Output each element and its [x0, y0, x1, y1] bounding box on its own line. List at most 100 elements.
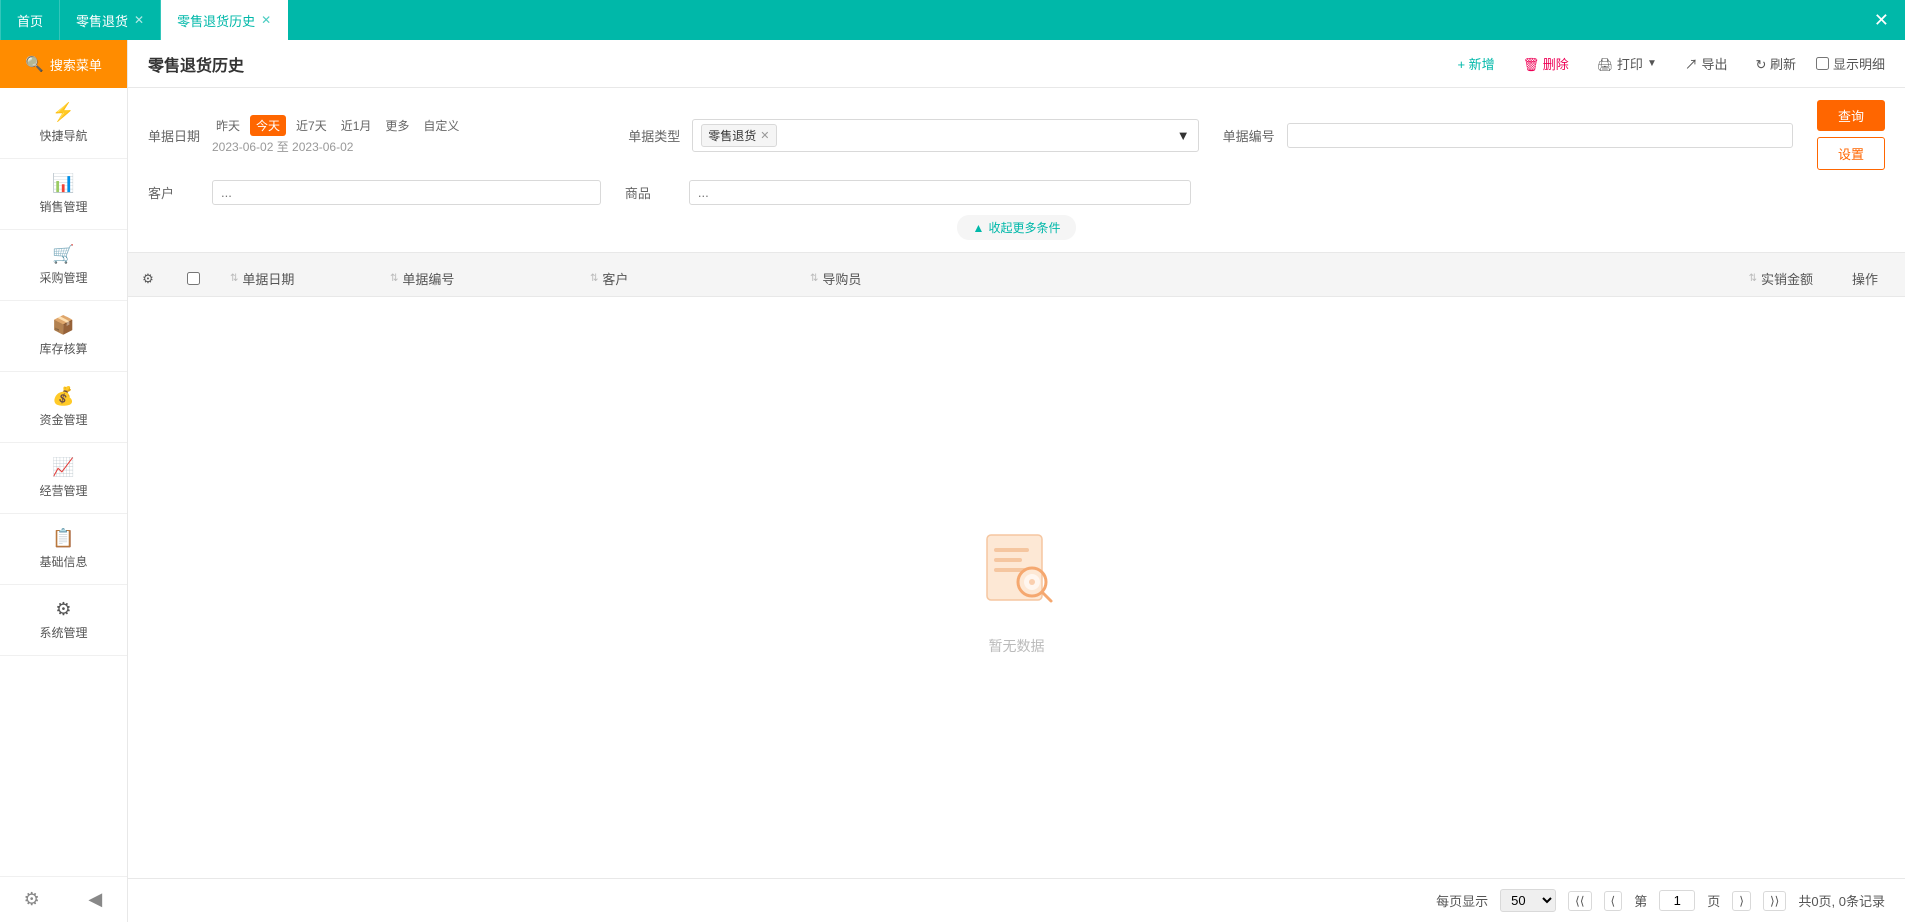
empty-state: 暂无数据 — [128, 297, 1905, 878]
bill-type-label: 单据类型 — [628, 126, 684, 145]
bill-number-input[interactable] — [1287, 123, 1793, 148]
sidebar: 🔍 搜索菜单 ⚡ 快捷导航 📊 销售管理 🛒 采购管理 📦 库存核算 💰 资金管… — [0, 40, 128, 922]
empty-icon — [967, 520, 1067, 620]
filter-row-1: 单据日期 昨天 今天 近7天 近1月 更多 自定义 2023-06-02 至 2… — [148, 100, 1885, 170]
date-label: 单据日期 — [148, 126, 204, 145]
close-tab-retail-return-history[interactable]: ✕ — [261, 13, 271, 27]
last-page-button[interactable]: ⟩⟩ — [1763, 891, 1786, 911]
system-icon: ⚙ — [55, 599, 71, 620]
operations-icon: 📈 — [52, 457, 74, 478]
sidebar-item-operations[interactable]: 📈 经营管理 — [0, 443, 127, 514]
sidebar-settings-button[interactable]: ⚙ — [0, 877, 64, 922]
tab-home[interactable]: 首页 — [0, 0, 60, 40]
sort-guide-icon: ⇅ — [810, 273, 818, 284]
th-action: 操作 — [1825, 269, 1905, 288]
action-buttons: 查询 设置 — [1817, 100, 1885, 170]
column-settings-icon[interactable]: ⚙ — [142, 271, 154, 287]
prev-page-button[interactable]: ⟨ — [1604, 891, 1623, 911]
bill-type-tag: 零售退货 ✕ — [701, 124, 776, 147]
sidebar-item-inventory[interactable]: 📦 库存核算 — [0, 301, 127, 372]
show-detail-checkbox[interactable] — [1816, 57, 1829, 70]
collapse-button[interactable]: ▲ 收起更多条件 — [957, 215, 1077, 240]
customer-label: 客户 — [148, 183, 204, 202]
content-area: 零售退货历史 + 新增 🗑 删除 🖨 打印 ▼ ↗ 导出 ↻ 刷新 — [128, 40, 1905, 922]
date-filter: 单据日期 昨天 今天 近7天 近1月 更多 自定义 2023-06-02 至 2… — [148, 115, 604, 155]
th-customer[interactable]: ⇅ 客户 — [578, 269, 798, 288]
tab-retail-return-history[interactable]: 零售退货历史 ✕ — [161, 0, 288, 40]
purchase-icon: 🛒 — [52, 244, 74, 265]
main-layout: 🔍 搜索菜单 ⚡ 快捷导航 📊 销售管理 🛒 采购管理 📦 库存核算 💰 资金管… — [0, 40, 1905, 922]
th-bill-no[interactable]: ⇅ 单据编号 — [378, 269, 578, 288]
date-btn-yesterday[interactable]: 昨天 — [212, 115, 244, 136]
sidebar-item-sales-mgmt[interactable]: 📊 销售管理 — [0, 159, 127, 230]
table-header: ⚙ ⇅ 单据日期 ⇅ 单据编号 ⇅ 客户 ⇅ — [128, 261, 1905, 297]
sidebar-item-purchase-mgmt[interactable]: 🛒 采购管理 — [0, 230, 127, 301]
new-button[interactable]: + 新增 — [1449, 50, 1502, 77]
show-detail-checkbox-label[interactable]: 显示明细 — [1816, 54, 1885, 73]
set-button[interactable]: 设置 — [1817, 137, 1885, 170]
date-btn-1month[interactable]: 近1月 — [337, 115, 376, 136]
goods-input[interactable] — [689, 180, 1191, 205]
date-shortcuts: 昨天 今天 近7天 近1月 更多 自定义 — [212, 115, 463, 136]
goods-label: 商品 — [625, 183, 681, 202]
search-icon: 🔍 — [25, 55, 44, 73]
sort-bill-icon: ⇅ — [390, 273, 398, 284]
collapse-icon: ▲ — [973, 221, 985, 235]
bill-type-tag-close[interactable]: ✕ — [760, 129, 769, 142]
sidebar-toggle-button[interactable]: ◀ — [64, 877, 128, 922]
print-dropdown-icon: ▼ — [1647, 58, 1657, 69]
bill-type-select[interactable]: 零售退货 ✕ ▼ — [692, 119, 1198, 152]
sidebar-item-basic-info[interactable]: 📋 基础信息 — [0, 514, 127, 585]
page-size-select[interactable]: 50 10 20 100 — [1500, 889, 1556, 912]
date-btn-custom[interactable]: 自定义 — [419, 115, 463, 136]
pagination: 每页显示 50 10 20 100 ⟨⟨ ⟨ 第 页 ⟩ ⟩⟩ 共0页, 0条记… — [128, 878, 1905, 922]
sidebar-bottom: ⚙ ◀ — [0, 876, 127, 922]
collapse-row: ▲ 收起更多条件 — [148, 215, 1885, 240]
export-button[interactable]: ↗ 导出 — [1677, 50, 1736, 77]
select-all-checkbox[interactable] — [187, 272, 200, 285]
tab-retail-return[interactable]: 零售退货 ✕ — [60, 0, 161, 40]
finance-icon: 💰 — [52, 386, 74, 407]
next-page-button[interactable]: ⟩ — [1732, 891, 1751, 911]
th-amount[interactable]: ⇅ 实销金额 — [1685, 269, 1825, 288]
tab-list: 首页 零售退货 ✕ 零售退货历史 ✕ — [0, 0, 1858, 40]
basic-info-icon: 📋 — [52, 528, 74, 549]
refresh-button[interactable]: ↻ 刷新 — [1747, 50, 1804, 77]
sort-customer-icon: ⇅ — [590, 273, 598, 284]
page-title: 零售退货历史 — [148, 52, 244, 76]
delete-button[interactable]: 🗑 删除 — [1515, 50, 1577, 77]
sidebar-item-finance[interactable]: 💰 资金管理 — [0, 372, 127, 443]
th-guide[interactable]: ⇅ 导购员 — [798, 269, 1685, 288]
th-date[interactable]: ⇅ 单据日期 — [218, 269, 378, 288]
sidebar-item-quick-nav[interactable]: ⚡ 快捷导航 — [0, 88, 127, 159]
customer-input[interactable] — [212, 180, 601, 205]
sidebar-item-system-mgmt[interactable]: ⚙ 系统管理 — [0, 585, 127, 656]
th-checkbox[interactable] — [168, 272, 218, 285]
table-area: ⚙ ⇅ 单据日期 ⇅ 单据编号 ⇅ 客户 ⇅ — [128, 261, 1905, 922]
window-close-button[interactable]: ✕ — [1858, 10, 1905, 31]
page-size-label: 每页显示 — [1436, 891, 1488, 910]
filter-row-2: 客户 商品 — [148, 180, 1885, 205]
sort-amount-icon: ⇅ — [1749, 273, 1757, 284]
date-btn-7days[interactable]: 近7天 — [292, 115, 331, 136]
bill-type-dropdown-icon: ▼ — [1177, 128, 1190, 143]
customer-filter: 客户 — [148, 180, 601, 205]
page-label: 第 — [1634, 891, 1647, 910]
empty-text: 暂无数据 — [989, 636, 1045, 656]
quick-nav-icon: ⚡ — [52, 102, 74, 123]
first-page-button[interactable]: ⟨⟨ — [1568, 891, 1591, 911]
close-tab-retail-return[interactable]: ✕ — [134, 13, 144, 27]
filter-area: 单据日期 昨天 今天 近7天 近1月 更多 自定义 2023-06-02 至 2… — [128, 88, 1905, 253]
query-button[interactable]: 查询 — [1817, 100, 1885, 131]
print-button[interactable]: 🖨 打印 ▼ — [1589, 50, 1665, 77]
sidebar-search[interactable]: 🔍 搜索菜单 — [0, 40, 127, 88]
th-settings[interactable]: ⚙ — [128, 271, 168, 287]
date-range-display: 2023-06-02 至 2023-06-02 — [212, 138, 463, 155]
page-header: 零售退货历史 + 新增 🗑 删除 🖨 打印 ▼ ↗ 导出 ↻ 刷新 — [128, 40, 1905, 88]
page-number-input[interactable] — [1659, 890, 1695, 911]
bill-number-filter: 单据编号 — [1223, 123, 1793, 148]
page-unit-label: 页 — [1707, 891, 1720, 910]
date-btn-today[interactable]: 今天 — [250, 115, 286, 136]
goods-filter: 商品 — [625, 180, 1191, 205]
date-btn-more[interactable]: 更多 — [381, 115, 413, 136]
